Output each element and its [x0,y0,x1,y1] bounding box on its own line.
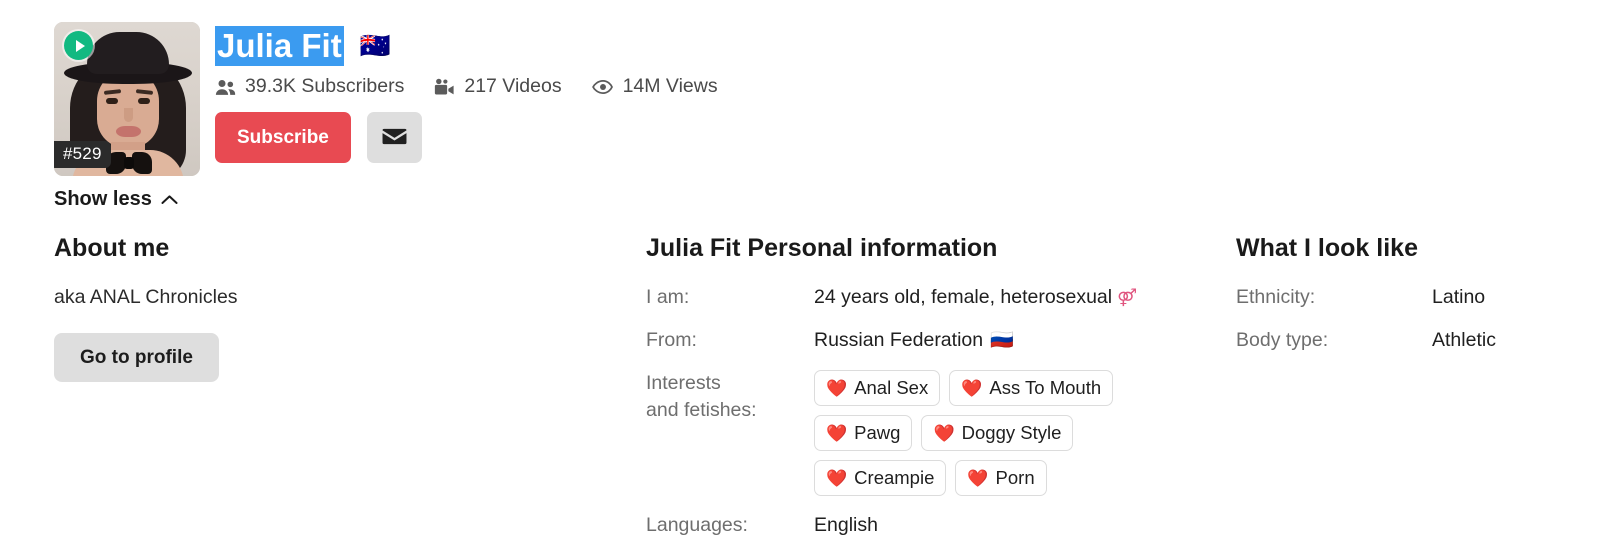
info-row-ethnicity: Ethnicity: Latino [1236,284,1576,311]
interest-tag[interactable]: ❤️ Creampie [814,460,947,496]
about-section: About me aka ANAL Chronicles Go to profi… [54,232,614,382]
info-row-body-type: Body type: Athletic [1236,327,1576,354]
info-label-i-am: I am: [646,286,690,308]
personal-information-section: Julia Fit Personal information I am: 24 … [646,232,1206,555]
channel-stats: 39.3K Subscribers 217 Videos 14M Views [215,75,748,98]
interests-label-line1: Interests [646,372,721,394]
eye-icon [591,78,614,96]
from-text: Russian Federation [814,329,984,351]
looks-title: What I look like [1236,234,1418,262]
interest-tag-label: Porn [995,467,1035,488]
rank-badge: #529 [54,141,111,168]
info-value-from: Russian Federation 🇷🇺 [814,327,1014,354]
interest-tag[interactable]: ❤️ Anal Sex [814,370,941,406]
gender-symbol-icon: ⚤ [1117,288,1138,307]
info-row-i-am: I am: 24 years old, female, heterosexual… [646,284,1206,311]
interest-tag-list: ❤️ Anal Sex ❤️ Ass To Mouth ❤️ Pawg ❤️ Doggy… [814,370,1206,496]
info-label-body-type: Body type: [1236,329,1329,351]
i-am-text: 24 years old, female, heterosexual [814,286,1113,308]
interest-tag-label: Creampie [854,467,935,488]
info-label-interests: Interests and fetishes: [646,370,814,424]
looks-section: What I look like Ethnicity: Latino Body … [1236,232,1576,370]
heart-icon: ❤️ [826,378,848,398]
interest-tag-label: Anal Sex [854,377,929,398]
stat-views-value: 14M Views [622,75,718,97]
info-row-interests: Interests and fetishes: ❤️ Anal Sex ❤️ Ass… [646,370,1206,496]
interests-label-line2: and fetishes: [646,399,757,421]
profile-page: #529 Julia Fit 🇦🇺 39.3K Subscribers 217 … [0,0,1600,536]
interest-tag-label: Pawg [854,422,901,443]
avatar[interactable]: #529 [54,22,200,176]
info-label-ethnicity: Ethnicity: [1236,286,1316,308]
heart-icon: ❤️ [933,423,955,443]
stat-subscribers-value: 39.3K Subscribers [245,75,405,97]
country-flag-icon: 🇦🇺 [359,31,391,60]
message-button[interactable] [366,112,422,163]
heart-icon: ❤️ [967,468,989,488]
channel-title-row: Julia Fit 🇦🇺 [215,24,748,68]
from-flag-icon: 🇷🇺 [990,330,1014,351]
chevron-up-icon [161,192,178,210]
heart-icon: ❤️ [826,423,848,443]
heart-icon: ❤️ [826,468,848,488]
envelope-icon [382,127,407,149]
info-row-from: From: Russian Federation 🇷🇺 [646,327,1206,354]
show-less-label: Show less [54,188,152,210]
stat-subscribers: 39.3K Subscribers [215,75,404,98]
page-title: Julia Fit [215,26,344,66]
channel-header: #529 Julia Fit 🇦🇺 39.3K Subscribers 217 … [54,22,748,176]
interest-tag-label: Ass To Mouth [989,377,1102,398]
info-value-i-am: 24 years old, female, heterosexual ⚤ [814,284,1137,311]
interest-tag[interactable]: ❤️ Porn [955,460,1047,496]
info-label-languages: Languages: [646,514,748,536]
interest-tag[interactable]: ❤️ Ass To Mouth [949,370,1114,406]
info-value-body-type: Athletic [1432,329,1496,351]
subscribe-button[interactable]: Subscribe [215,112,351,163]
stat-videos-value: 217 Videos [464,75,562,97]
play-circle-icon[interactable] [64,31,93,60]
about-text: aka ANAL Chronicles [54,286,238,308]
show-less-toggle[interactable]: Show less [54,188,178,211]
info-label-from: From: [646,329,697,351]
heart-icon: ❤️ [961,378,983,398]
people-icon [215,78,236,96]
go-to-profile-button[interactable]: Go to profile [54,333,219,382]
personal-information-title: Julia Fit Personal information [646,234,998,262]
stat-views: 14M Views [591,75,718,98]
info-row-languages: Languages: English [646,512,1206,539]
channel-header-details: Julia Fit 🇦🇺 39.3K Subscribers 217 Video… [215,22,748,163]
interest-tag-label: Doggy Style [961,422,1062,443]
interest-tag[interactable]: ❤️ Pawg [814,415,913,451]
info-value-languages: English [814,514,878,536]
about-title: About me [54,234,170,262]
video-camera-icon [434,78,455,96]
info-value-ethnicity: Latino [1432,286,1486,308]
interest-tag[interactable]: ❤️ Doggy Style [921,415,1074,451]
channel-actions: Subscribe [215,112,748,163]
stat-videos: 217 Videos [434,75,562,98]
